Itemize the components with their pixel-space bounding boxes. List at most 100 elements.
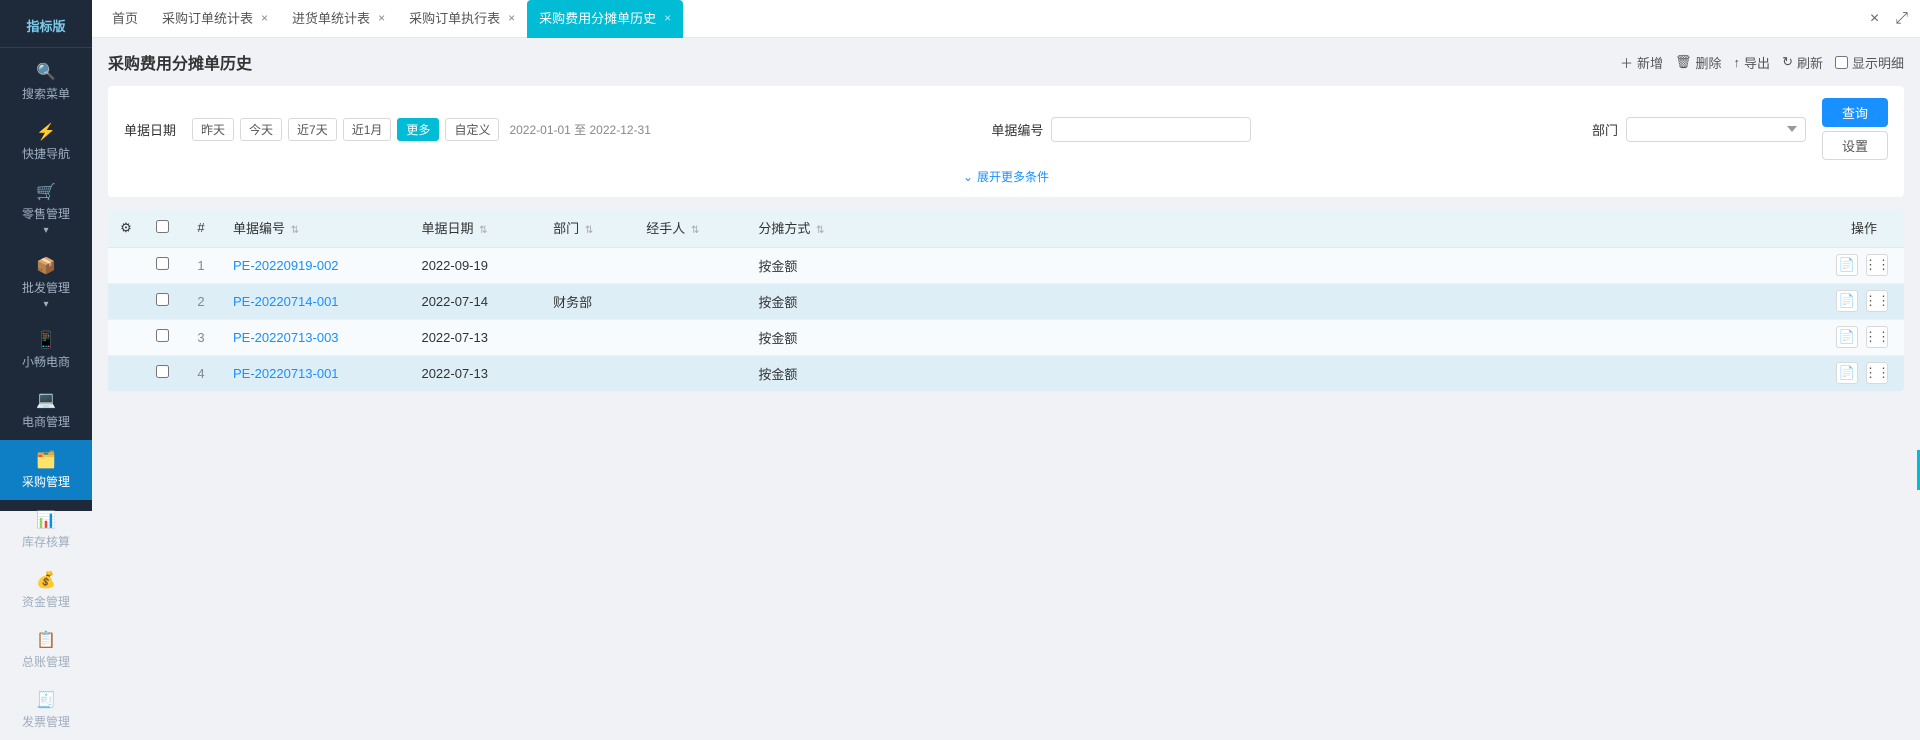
row-checkbox[interactable]: [156, 329, 169, 342]
query-button[interactable]: 查询: [1822, 98, 1888, 127]
search-icon: 🔍: [36, 62, 56, 82]
export-button[interactable]: ↑ 导出: [1734, 53, 1771, 72]
sidebar-item-inventory[interactable]: 📊 库存核算: [0, 500, 92, 560]
main-area: 首页 采购订单统计表 × 进货单统计表 × 采购订单执行表 × 采购费用分摊单历…: [92, 0, 1920, 511]
add-button[interactable]: ＋ 新增: [1620, 53, 1663, 72]
expand-more-button[interactable]: ⌄ 展开更多条件: [124, 168, 1888, 185]
row-doc-date: 2022-07-13: [409, 355, 541, 391]
doc-no-link[interactable]: PE-20220713-001: [233, 366, 339, 381]
close-icon[interactable]: ×: [508, 11, 515, 25]
doc-no-group: 单据编号: [991, 117, 1251, 142]
sidebar-item-label: 小畅电商: [22, 353, 70, 370]
settings-button[interactable]: 设置: [1822, 131, 1888, 160]
sidebar-item-capital[interactable]: 💰 资金管理: [0, 560, 92, 620]
more-button[interactable]: ⋮⋮: [1866, 254, 1888, 276]
sidebar-item-search[interactable]: 🔍 搜索菜单: [0, 52, 92, 112]
more-btn[interactable]: 更多: [397, 118, 439, 141]
export-icon: ↑: [1734, 55, 1741, 70]
refresh-button[interactable]: ↻ 刷新: [1782, 53, 1823, 72]
dept-group: 部门: [1592, 117, 1806, 142]
show-cols-checkbox[interactable]: 显示明细: [1835, 53, 1904, 72]
row-doc-date: 2022-07-14: [409, 283, 541, 319]
sidebar-item-shortcuts[interactable]: ⚡ 快捷导航: [0, 112, 92, 172]
sidebar-item-invoice[interactable]: 🧾 发票管理: [0, 680, 92, 740]
chevron-down-icon: ▾: [43, 299, 48, 310]
row-checkbox[interactable]: [156, 293, 169, 306]
doc-no-link[interactable]: PE-20220713-003: [233, 330, 339, 345]
filter-dates: 昨天 今天 近7天 近1月 更多 自定义 2022-01-01 至 2022-1…: [192, 118, 651, 141]
refresh-icon: ↻: [1782, 54, 1793, 70]
row-split-method: 按金额: [746, 247, 1824, 283]
doc-no-input[interactable]: [1051, 117, 1251, 142]
sidebar-item-label: 电商管理: [22, 413, 70, 430]
row-handler: [634, 283, 746, 319]
checkbox-col-header[interactable]: [144, 209, 181, 247]
doc-no-link[interactable]: PE-20220919-002: [233, 258, 339, 273]
split-method-col-label: 分摊方式: [758, 221, 810, 236]
row-checkbox[interactable]: [156, 365, 169, 378]
tab-purchase-cost-history[interactable]: 采购费用分摊单历史 ×: [527, 0, 683, 38]
doc-no-col-header[interactable]: 单据编号 ⇅: [221, 209, 409, 247]
sidebar-item-ledger[interactable]: 📋 总账管理: [0, 620, 92, 680]
more-button[interactable]: ⋮⋮: [1866, 326, 1888, 348]
doc-no-label: 单据编号: [991, 120, 1043, 139]
close-icon[interactable]: ×: [664, 11, 671, 25]
select-all-checkbox[interactable]: [156, 220, 169, 233]
edit-button[interactable]: 📄: [1836, 362, 1858, 384]
row-checkbox-cell: [144, 355, 181, 391]
tab-bar: 首页 采购订单统计表 × 进货单统计表 × 采购订单执行表 × 采购费用分摊单历…: [92, 0, 1920, 38]
close-window-button[interactable]: ×: [1866, 8, 1883, 30]
tab-purchase-in-stats[interactable]: 进货单统计表 ×: [280, 0, 397, 38]
sidebar-item-retail[interactable]: 🛒 零售管理 ▾: [0, 172, 92, 246]
num-col-header: #: [181, 209, 221, 247]
row-split-method: 按金额: [746, 355, 1824, 391]
doc-date-col-header[interactable]: 单据日期 ⇅: [409, 209, 541, 247]
split-method-col-header[interactable]: 分摊方式 ⇅: [746, 209, 1824, 247]
edit-button[interactable]: 📄: [1836, 254, 1858, 276]
capital-icon: 💰: [36, 570, 56, 590]
close-icon[interactable]: ×: [261, 11, 268, 25]
last7days-btn[interactable]: 近7天: [288, 118, 337, 141]
today-btn[interactable]: 今天: [240, 118, 282, 141]
sidebar-item-label: 发票管理: [22, 713, 70, 730]
handler-col-header[interactable]: 经手人 ⇅: [634, 209, 746, 247]
filter-area: 单据日期 昨天 今天 近7天 近1月 更多 自定义 2022-01-01 至 2…: [108, 86, 1904, 197]
settings-col-header[interactable]: ⚙: [108, 209, 144, 247]
more-button[interactable]: ⋮⋮: [1866, 362, 1888, 384]
dept-col-header[interactable]: 部门 ⇅: [541, 209, 634, 247]
yesterday-btn[interactable]: 昨天: [192, 118, 234, 141]
custom-btn[interactable]: 自定义: [445, 118, 499, 141]
sidebar-item-mini[interactable]: 📱 小畅电商: [0, 320, 92, 380]
sidebar: 指标版 🔍 搜索菜单 ⚡ 快捷导航 🛒 零售管理 ▾ 📦 批发管理 ▾ 📱 小畅…: [0, 0, 92, 511]
header-actions: ＋ 新增 🗑 删除 ↑ 导出 ↻ 刷新 显示明细: [1620, 53, 1904, 72]
dept-select[interactable]: [1626, 117, 1806, 142]
sidebar-logo: 指标版: [0, 8, 92, 48]
edit-button[interactable]: 📄: [1836, 290, 1858, 312]
sidebar-item-ecommerce[interactable]: 💻 电商管理: [0, 380, 92, 440]
row-dept: 财务部: [541, 283, 634, 319]
ops-cell: 📄 ⋮⋮: [1836, 290, 1892, 312]
tab-purchase-order-exec[interactable]: 采购订单执行表 ×: [397, 0, 527, 38]
row-split-method: 按金额: [746, 283, 1824, 319]
sidebar-item-label: 资金管理: [22, 593, 70, 610]
tab-purchase-order-stats[interactable]: 采购订单统计表 ×: [150, 0, 280, 38]
row-handler: [634, 355, 746, 391]
sidebar-item-wholesale[interactable]: 📦 批发管理 ▾: [0, 246, 92, 320]
row-checkbox[interactable]: [156, 257, 169, 270]
more-button[interactable]: ⋮⋮: [1866, 290, 1888, 312]
show-cols-input[interactable]: [1835, 56, 1848, 69]
delete-icon: 🗑: [1675, 54, 1692, 70]
data-table: ⚙ # 单据编号 ⇅ 单据日期 ⇅ 部门 ⇅: [108, 209, 1904, 392]
tab-home[interactable]: 首页: [100, 0, 150, 38]
row-handler: [634, 319, 746, 355]
doc-no-link[interactable]: PE-20220714-001: [233, 294, 339, 309]
last1month-btn[interactable]: 近1月: [343, 118, 392, 141]
maximize-window-button[interactable]: ⤢: [1891, 8, 1912, 30]
edit-button[interactable]: 📄: [1836, 326, 1858, 348]
row-ops: 📄 ⋮⋮: [1824, 355, 1904, 391]
sidebar-item-purchase[interactable]: 🗂️ 采购管理: [0, 440, 92, 500]
show-cols-label: 显示明细: [1852, 53, 1904, 72]
close-icon[interactable]: ×: [378, 11, 385, 25]
delete-button[interactable]: 🗑 删除: [1675, 53, 1722, 72]
sidebar-item-label: 采购管理: [22, 473, 70, 490]
